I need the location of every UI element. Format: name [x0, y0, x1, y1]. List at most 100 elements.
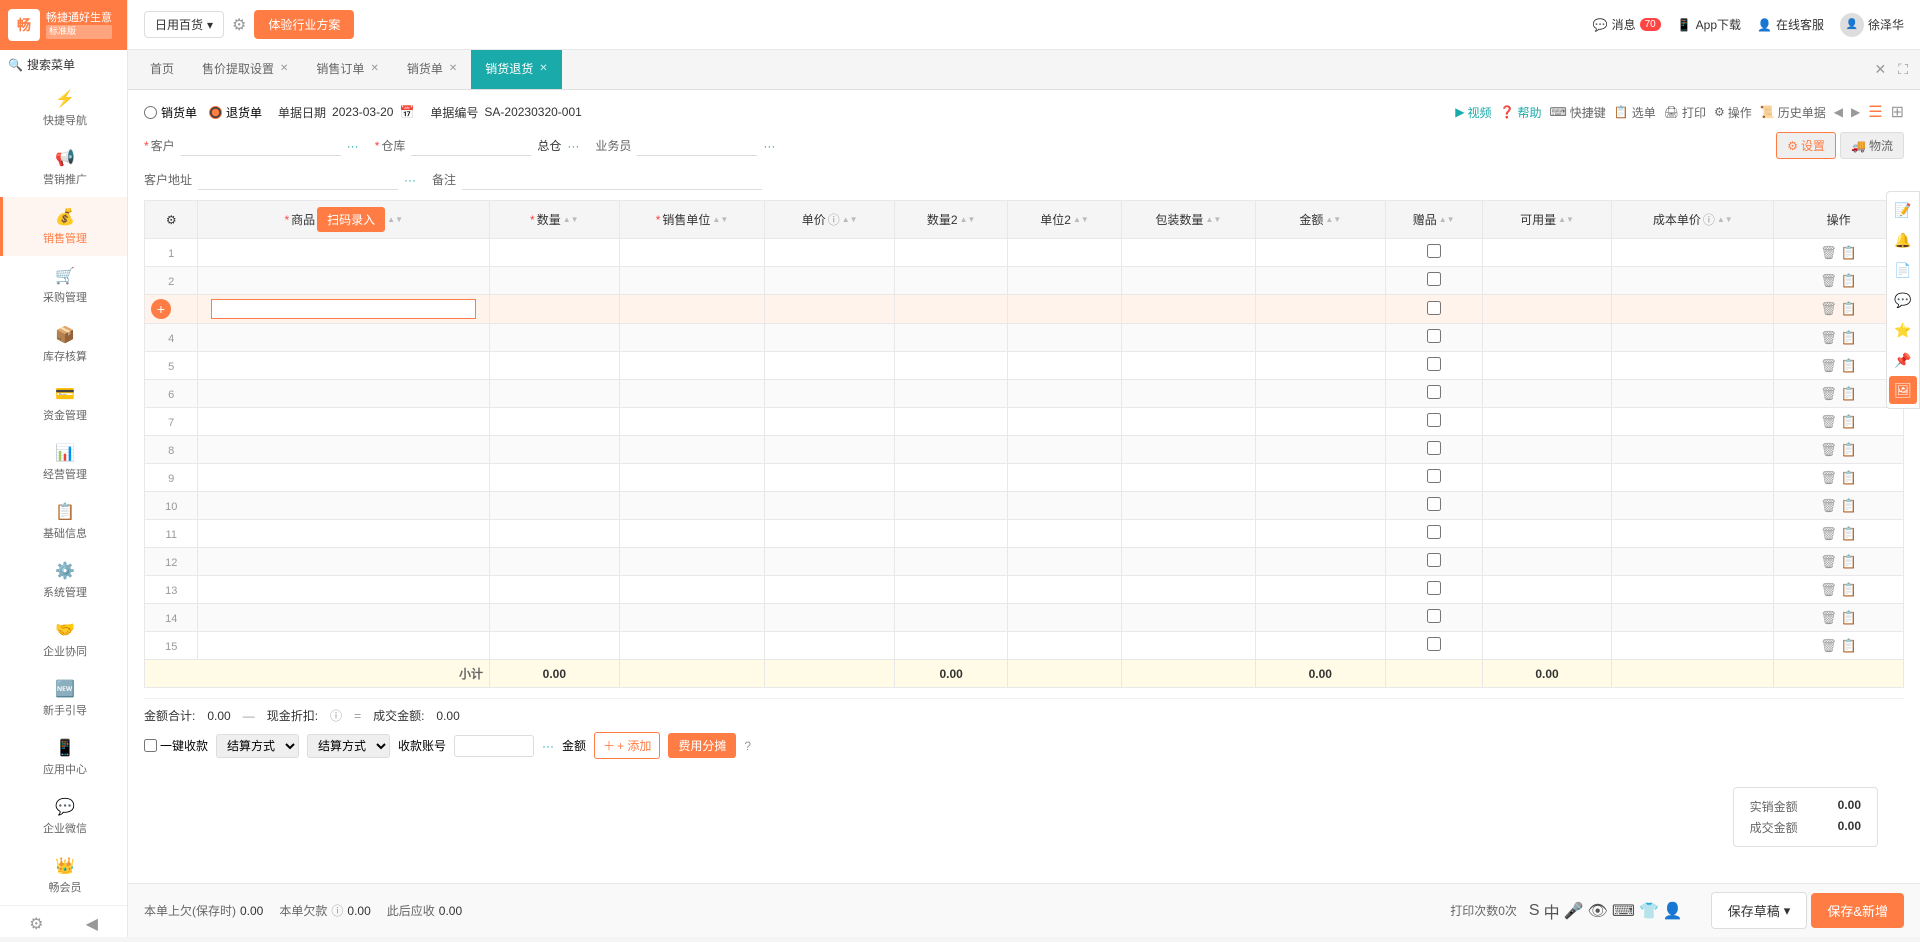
shortcut-btn[interactable]: ⌨ 快捷键: [1549, 104, 1605, 121]
sort-cost[interactable]: ▲▼: [1717, 215, 1733, 224]
copy-row-icon[interactable]: 📋: [1841, 330, 1857, 346]
copy-row-icon[interactable]: 📋: [1841, 610, 1857, 626]
radio-sale[interactable]: 销货单: [144, 104, 197, 121]
cost-info-icon[interactable]: ⓘ: [1703, 211, 1715, 228]
sort-product[interactable]: ▲▼: [387, 215, 403, 224]
sidebar-item-finance[interactable]: 💳资金管理: [0, 374, 127, 433]
delete-row-icon[interactable]: 🗑: [1820, 442, 1837, 458]
gift-checkbox[interactable]: [1427, 553, 1441, 567]
gift-cell[interactable]: [1385, 492, 1482, 520]
sidebar-item-operation[interactable]: 📊经营管理: [0, 433, 127, 492]
gift-checkbox[interactable]: [1427, 329, 1441, 343]
gift-checkbox[interactable]: [1427, 441, 1441, 455]
gift-checkbox[interactable]: [1427, 244, 1441, 258]
settings-icon[interactable]: ⚙: [29, 914, 43, 934]
delete-row-icon[interactable]: 🗑: [1820, 245, 1837, 261]
account-input[interactable]: [454, 735, 534, 757]
copy-row-icon[interactable]: 📋: [1841, 638, 1857, 654]
next-record-btn[interactable]: ▶: [1851, 105, 1860, 119]
view-toggle-list[interactable]: ☰: [1868, 102, 1882, 122]
product-input[interactable]: [211, 299, 476, 319]
gift-cell[interactable]: [1385, 408, 1482, 436]
save-draft-btn[interactable]: 保存草稿 ▾: [1711, 892, 1808, 929]
keyboard-icon[interactable]: ⌨: [1612, 901, 1635, 921]
tab-销货单[interactable]: 销货单✕: [393, 50, 471, 89]
user-profile[interactable]: 👤 徐泽华: [1840, 13, 1904, 37]
video-btn[interactable]: ▶ 视频: [1455, 104, 1491, 121]
industry-select[interactable]: 日用百货 ▾: [144, 11, 224, 38]
delete-row-icon[interactable]: 🗑: [1820, 638, 1837, 654]
add-payment-btn[interactable]: ＋ + 添加: [594, 732, 660, 759]
right-note-btn[interactable]: 📝: [1889, 196, 1917, 224]
sidebar-item-guide[interactable]: 🆕新手引导: [0, 669, 127, 728]
gift-checkbox[interactable]: [1427, 469, 1441, 483]
fee-info-icon[interactable]: ?: [744, 739, 751, 753]
gift-cell[interactable]: [1385, 295, 1482, 324]
right-star-btn[interactable]: ⭐: [1889, 316, 1917, 344]
calendar-icon[interactable]: 📅: [399, 105, 414, 119]
tab-close-icon[interactable]: ✕: [539, 63, 547, 74]
sidebar-item-wechat[interactable]: 💬企业微信: [0, 787, 127, 846]
delete-row-icon[interactable]: 🗑: [1820, 554, 1837, 570]
note-input[interactable]: [462, 169, 762, 190]
scan-btn[interactable]: 扫码录入: [317, 207, 385, 232]
staff-select-btn[interactable]: ···: [763, 139, 775, 153]
tab-close-icon[interactable]: ✕: [280, 63, 288, 74]
copy-row-icon[interactable]: 📋: [1841, 470, 1857, 486]
tab-close-icon[interactable]: ✕: [370, 63, 378, 74]
right-image-btn[interactable]: 🖼: [1889, 376, 1917, 404]
warehouse-input[interactable]: [411, 135, 531, 156]
right-alert-btn[interactable]: 🔔: [1889, 226, 1917, 254]
sort-unit2[interactable]: ▲▼: [1073, 215, 1089, 224]
sort-gift[interactable]: ▲▼: [1439, 215, 1455, 224]
sort-available[interactable]: ▲▼: [1558, 215, 1574, 224]
sort-qty[interactable]: ▲▼: [563, 215, 579, 224]
logistics-btn[interactable]: 🚚 物流: [1840, 132, 1904, 159]
staff-input[interactable]: [637, 135, 757, 156]
select-btn[interactable]: 📋 选单: [1614, 104, 1656, 121]
zhongwen-icon[interactable]: 中: [1544, 899, 1560, 923]
gift-cell[interactable]: [1385, 464, 1482, 492]
maximize-tab-btn[interactable]: ⛶: [1894, 57, 1912, 82]
app-download-btn[interactable]: 📱 App下载: [1677, 16, 1741, 33]
sidebar-item-enterprise[interactable]: 🤝企业协同: [0, 610, 127, 669]
debt-info-icon[interactable]: ⓘ: [331, 902, 343, 919]
copy-row-icon[interactable]: 📋: [1841, 386, 1857, 402]
gift-cell[interactable]: [1385, 576, 1482, 604]
print-btn[interactable]: 🖨 打印: [1664, 104, 1706, 121]
gift-cell[interactable]: [1385, 324, 1482, 352]
sougou-icon[interactable]: S: [1529, 902, 1540, 920]
sidebar-item-member[interactable]: 👑畅会员: [0, 846, 127, 905]
gift-checkbox[interactable]: [1427, 385, 1441, 399]
gift-cell[interactable]: [1385, 436, 1482, 464]
tab-close-icon[interactable]: ✕: [449, 63, 457, 74]
gift-checkbox[interactable]: [1427, 525, 1441, 539]
help-btn[interactable]: ❓ 帮助: [1500, 104, 1542, 121]
copy-row-icon[interactable]: 📋: [1841, 442, 1857, 458]
gift-cell[interactable]: [1385, 520, 1482, 548]
gift-cell[interactable]: [1385, 604, 1482, 632]
copy-row-icon[interactable]: 📋: [1841, 554, 1857, 570]
dropdown-arrow-icon[interactable]: ▾: [1784, 903, 1791, 919]
gift-cell[interactable]: [1385, 380, 1482, 408]
person-icon[interactable]: 👤: [1663, 901, 1683, 921]
sort-pkg[interactable]: ▲▼: [1205, 215, 1221, 224]
gift-cell[interactable]: [1385, 352, 1482, 380]
gift-checkbox[interactable]: [1427, 637, 1441, 651]
sort-amount[interactable]: ▲▼: [1325, 215, 1341, 224]
sidebar-item-system[interactable]: ⚙️系统管理: [0, 551, 127, 610]
account-select-btn[interactable]: ···: [542, 739, 554, 753]
close-tab-btn[interactable]: ✕: [1870, 57, 1890, 82]
tab-销售订单[interactable]: 销售订单✕: [302, 50, 392, 89]
discount-info[interactable]: ⓘ: [330, 707, 342, 724]
delete-row-icon[interactable]: 🗑: [1820, 330, 1837, 346]
sidebar-item-inventory[interactable]: 📦库存核算: [0, 315, 127, 374]
gift-checkbox[interactable]: [1427, 497, 1441, 511]
shirt-icon[interactable]: 👕: [1639, 901, 1659, 921]
settle-method-select[interactable]: 结算方式: [216, 734, 299, 758]
delete-row-icon[interactable]: 🗑: [1820, 414, 1837, 430]
tab-售价提取设置[interactable]: 售价提取设置✕: [188, 50, 302, 89]
gift-checkbox[interactable]: [1427, 413, 1441, 427]
sidebar-item-appstore[interactable]: 📱应用中心: [0, 728, 127, 787]
delete-row-icon[interactable]: 🗑: [1820, 273, 1837, 289]
